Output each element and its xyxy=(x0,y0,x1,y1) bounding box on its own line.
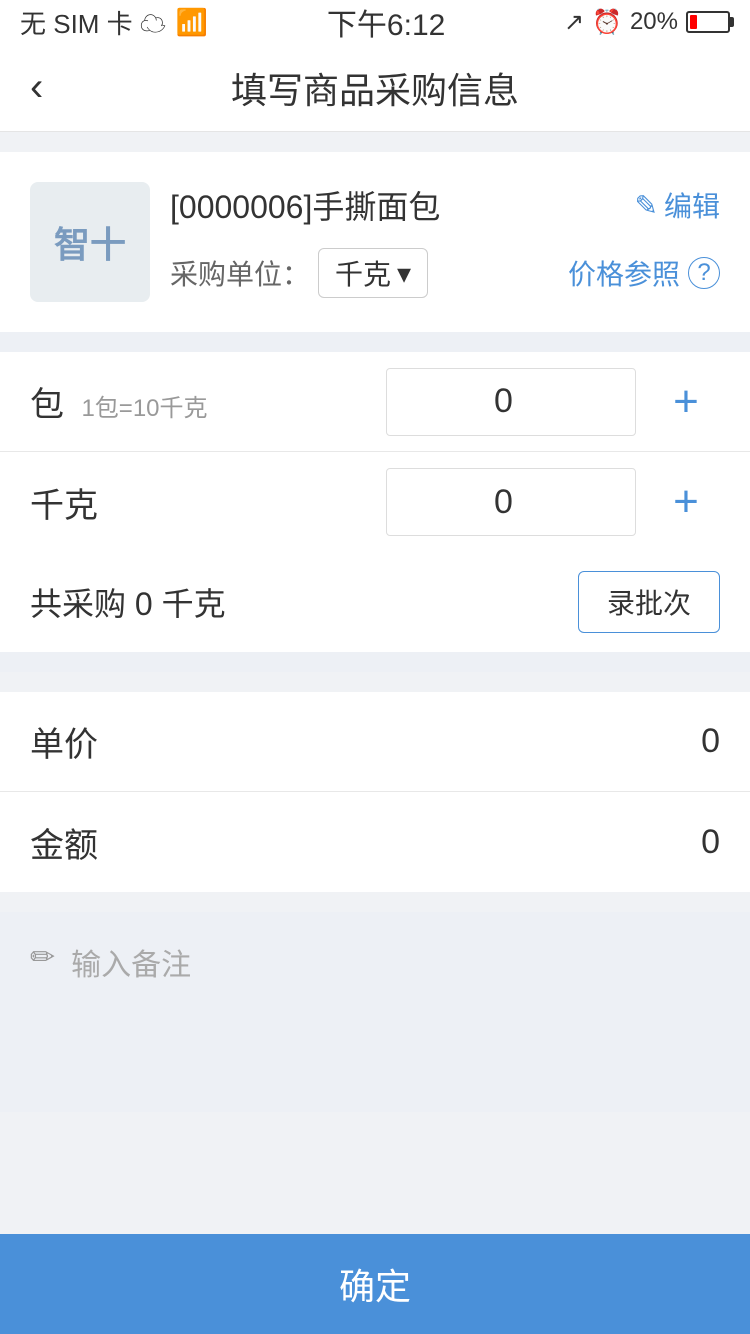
edit-button[interactable]: ✎ 编辑 xyxy=(635,185,720,225)
edit-label: 编辑 xyxy=(664,185,720,225)
unit-row: 采购单位： 千克 ▾ 价格参照 ? xyxy=(170,248,720,298)
section-divider-2 xyxy=(0,652,750,672)
amount-label: 金额 xyxy=(30,818,98,867)
kg-label: 千克 xyxy=(30,478,150,527)
bao-input[interactable] xyxy=(386,368,636,436)
kg-input-wrap: + xyxy=(150,468,720,536)
sim-label: 无 SIM 卡 ☁ xyxy=(20,4,166,41)
unit-label: 采购单位： xyxy=(170,253,310,293)
product-card: 智十 [0000006]手撕面包 ✎ 编辑 采购单位： 千克 ▾ 价格参照 ? xyxy=(0,152,750,332)
bao-input-row: 包 1包=10千克 + xyxy=(0,352,750,452)
status-time: 下午6:12 xyxy=(327,0,445,44)
battery-icon xyxy=(686,11,730,33)
amount-value: 0 xyxy=(701,823,720,862)
product-name-row: [0000006]手撕面包 ✎ 编辑 xyxy=(170,182,720,228)
product-logo-text: 智十 xyxy=(54,216,126,268)
back-button[interactable]: ‹ xyxy=(30,65,43,110)
page-title: 填写商品采购信息 xyxy=(231,62,519,114)
amount-row: 金额 0 xyxy=(0,792,750,892)
status-left: 无 SIM 卡 ☁ 📶 xyxy=(20,4,208,41)
product-image: 智十 xyxy=(30,182,150,302)
remark-placeholder: 输入备注 xyxy=(71,940,191,984)
nav-bar: ‹ 填写商品采购信息 xyxy=(0,44,750,132)
product-info: [0000006]手撕面包 ✎ 编辑 采购单位： 千克 ▾ 价格参照 ? xyxy=(170,182,720,298)
pencil-icon: ✏ xyxy=(30,940,55,975)
bao-sublabel: 1包=10千克 xyxy=(81,395,207,422)
price-section: 单价 0 金额 0 xyxy=(0,692,750,892)
wifi-icon: 📶 xyxy=(176,7,208,38)
unit-select[interactable]: 千克 ▾ xyxy=(318,248,428,298)
edit-icon: ✎ xyxy=(635,189,658,222)
bao-plus-button[interactable]: + xyxy=(652,368,720,436)
battery-percent: 20% xyxy=(630,8,678,36)
product-name: [0000006]手撕面包 xyxy=(170,182,440,228)
summary-text: 共采购 0 千克 xyxy=(30,579,226,625)
location-icon: ↗ xyxy=(564,8,584,37)
unit-price-row: 单价 0 xyxy=(0,692,750,792)
battery-fill xyxy=(690,15,697,29)
confirm-button[interactable]: 确定 xyxy=(0,1234,750,1334)
kg-input-row: 千克 + xyxy=(0,452,750,552)
price-ref-label: 价格参照 xyxy=(568,253,680,293)
unit-price-label: 单价 xyxy=(30,717,98,766)
unit-value: 千克 xyxy=(335,253,391,293)
help-icon: ? xyxy=(688,257,720,289)
batch-button[interactable]: 录批次 xyxy=(578,571,720,633)
bao-label: 包 1包=10千克 xyxy=(30,377,208,426)
alarm-icon: ⏰ xyxy=(592,8,622,37)
summary-row: 共采购 0 千克 录批次 xyxy=(0,552,750,652)
bao-input-wrap: + xyxy=(208,368,720,436)
input-section: 包 1包=10千克 + 千克 + xyxy=(0,352,750,552)
bottom-padding xyxy=(0,1112,750,1212)
price-ref-button[interactable]: 价格参照 ? xyxy=(568,253,720,293)
remark-section[interactable]: ✏ 输入备注 xyxy=(0,912,750,1112)
status-bar: 无 SIM 卡 ☁ 📶 下午6:12 ↗ ⏰ 20% xyxy=(0,0,750,44)
section-divider-1 xyxy=(0,332,750,352)
kg-input[interactable] xyxy=(386,468,636,536)
status-right: ↗ ⏰ 20% xyxy=(564,8,730,37)
chevron-down-icon: ▾ xyxy=(397,257,411,290)
kg-plus-button[interactable]: + xyxy=(652,468,720,536)
unit-price-value: 0 xyxy=(701,722,720,761)
